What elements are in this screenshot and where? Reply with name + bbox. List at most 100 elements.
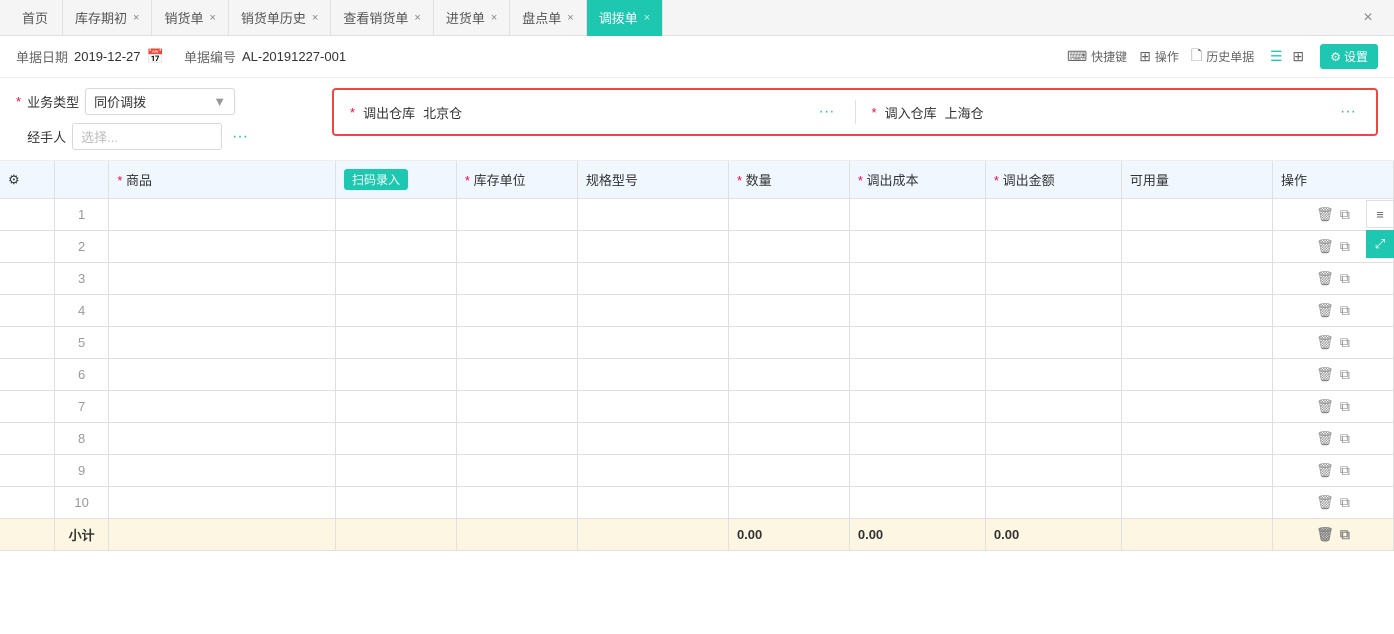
row-amount-cell[interactable] (985, 231, 1121, 263)
row-delete-icon[interactable]: 🗑 (1316, 494, 1334, 511)
subtotal-delete-icon[interactable]: 🗑 (1316, 526, 1334, 543)
handler-more-button[interactable]: ··· (228, 128, 252, 146)
sidebar-expand-icon[interactable]: ⤢ (1366, 230, 1394, 258)
row-copy-icon[interactable]: ⧉ (1340, 206, 1350, 223)
tab-sales-history[interactable]: 销货单历史 × (229, 0, 331, 36)
close-tab-inventory-init[interactable]: × (133, 12, 139, 24)
tab-sales-order[interactable]: 销货单 × (152, 0, 228, 36)
row-cost-cell[interactable] (849, 487, 985, 519)
row-product-cell[interactable] (109, 487, 336, 519)
row-spec-cell[interactable] (577, 359, 728, 391)
row-cost-cell[interactable] (849, 231, 985, 263)
row-spec-cell[interactable] (577, 327, 728, 359)
close-tab-sales-order[interactable]: × (209, 12, 215, 24)
row-copy-icon[interactable]: ⧉ (1340, 462, 1350, 479)
row-copy-icon[interactable]: ⧉ (1340, 238, 1350, 255)
row-unit-cell[interactable] (456, 295, 577, 327)
row-amount-cell[interactable] (985, 487, 1121, 519)
row-spec-cell[interactable] (577, 295, 728, 327)
sidebar-list-icon[interactable]: ≡ (1366, 200, 1394, 228)
row-qty-cell[interactable] (728, 423, 849, 455)
row-cost-cell[interactable] (849, 327, 985, 359)
tab-purchase-order[interactable]: 进货单 × (434, 0, 510, 36)
close-tab-view-sales[interactable]: × (414, 12, 420, 24)
row-spec-cell[interactable] (577, 487, 728, 519)
gear-icon[interactable]: ⚙ (8, 172, 20, 187)
row-product-cell[interactable] (109, 295, 336, 327)
scan-button[interactable]: 扫码录入 (344, 169, 408, 190)
row-qty-cell[interactable] (728, 327, 849, 359)
row-amount-cell[interactable] (985, 295, 1121, 327)
close-tab-inventory-check[interactable]: × (567, 12, 573, 24)
tab-view-sales[interactable]: 查看销货单 × (331, 0, 433, 36)
close-tab-purchase-order[interactable]: × (491, 12, 497, 24)
layout-list-icon[interactable]: ☰ (1266, 47, 1286, 67)
row-delete-icon[interactable]: 🗑 (1316, 334, 1334, 351)
warehouse-in-more-button[interactable]: ··· (1336, 103, 1360, 121)
row-qty-cell[interactable] (728, 455, 849, 487)
window-close-button[interactable]: × (1350, 0, 1386, 36)
row-spec-cell[interactable] (577, 455, 728, 487)
subtotal-copy-icon[interactable]: ⧉ (1340, 526, 1350, 543)
tab-home[interactable]: 首页 (8, 0, 63, 36)
row-copy-icon[interactable]: ⧉ (1340, 494, 1350, 511)
row-product-cell[interactable] (109, 199, 336, 231)
row-qty-cell[interactable] (728, 391, 849, 423)
row-copy-icon[interactable]: ⧉ (1340, 270, 1350, 287)
row-spec-cell[interactable] (577, 391, 728, 423)
row-qty-cell[interactable] (728, 199, 849, 231)
row-unit-cell[interactable] (456, 327, 577, 359)
row-delete-icon[interactable]: 🗑 (1316, 238, 1334, 255)
row-delete-icon[interactable]: 🗑 (1316, 462, 1334, 479)
row-delete-icon[interactable]: 🗑 (1316, 270, 1334, 287)
row-spec-cell[interactable] (577, 263, 728, 295)
shortcut-action[interactable]: ⌨ 快捷键 (1067, 48, 1127, 65)
row-cost-cell[interactable] (849, 199, 985, 231)
close-tab-transfer[interactable]: × (644, 12, 650, 24)
row-cost-cell[interactable] (849, 391, 985, 423)
row-copy-icon[interactable]: ⧉ (1340, 430, 1350, 447)
col-header-settings[interactable]: ⚙ (0, 161, 54, 199)
row-unit-cell[interactable] (456, 199, 577, 231)
row-amount-cell[interactable] (985, 391, 1121, 423)
row-spec-cell[interactable] (577, 231, 728, 263)
row-amount-cell[interactable] (985, 263, 1121, 295)
row-unit-cell[interactable] (456, 487, 577, 519)
row-qty-cell[interactable] (728, 263, 849, 295)
row-copy-icon[interactable]: ⧉ (1340, 334, 1350, 351)
settings-button[interactable]: ⚙ 设置 (1320, 44, 1378, 69)
row-delete-icon[interactable]: 🗑 (1316, 302, 1334, 319)
warehouse-out-more-button[interactable]: ··· (815, 103, 839, 121)
row-amount-cell[interactable] (985, 423, 1121, 455)
row-amount-cell[interactable] (985, 199, 1121, 231)
row-product-cell[interactable] (109, 359, 336, 391)
row-cost-cell[interactable] (849, 295, 985, 327)
row-cost-cell[interactable] (849, 423, 985, 455)
row-cost-cell[interactable] (849, 359, 985, 391)
handler-select[interactable]: 选择... (72, 123, 222, 150)
close-tab-sales-history[interactable]: × (312, 12, 318, 24)
table-scroll-area[interactable]: ⚙ * 商品 扫码录入 * 库存单位 (0, 161, 1394, 634)
row-unit-cell[interactable] (456, 231, 577, 263)
row-product-cell[interactable] (109, 231, 336, 263)
row-unit-cell[interactable] (456, 455, 577, 487)
row-product-cell[interactable] (109, 455, 336, 487)
calendar-icon[interactable]: 📅 (147, 48, 164, 65)
row-delete-icon[interactable]: 🗑 (1316, 366, 1334, 383)
row-qty-cell[interactable] (728, 359, 849, 391)
row-unit-cell[interactable] (456, 359, 577, 391)
row-qty-cell[interactable] (728, 231, 849, 263)
col-header-scan[interactable]: 扫码录入 (336, 161, 457, 199)
row-spec-cell[interactable] (577, 423, 728, 455)
row-unit-cell[interactable] (456, 423, 577, 455)
row-delete-icon[interactable]: 🗑 (1316, 398, 1334, 415)
row-unit-cell[interactable] (456, 391, 577, 423)
row-amount-cell[interactable] (985, 359, 1121, 391)
row-qty-cell[interactable] (728, 295, 849, 327)
row-product-cell[interactable] (109, 423, 336, 455)
operation-action[interactable]: ⊞ 操作 (1139, 48, 1179, 65)
row-copy-icon[interactable]: ⧉ (1340, 302, 1350, 319)
row-copy-icon[interactable]: ⧉ (1340, 366, 1350, 383)
row-copy-icon[interactable]: ⧉ (1340, 398, 1350, 415)
tab-inventory-check[interactable]: 盘点单 × (510, 0, 586, 36)
